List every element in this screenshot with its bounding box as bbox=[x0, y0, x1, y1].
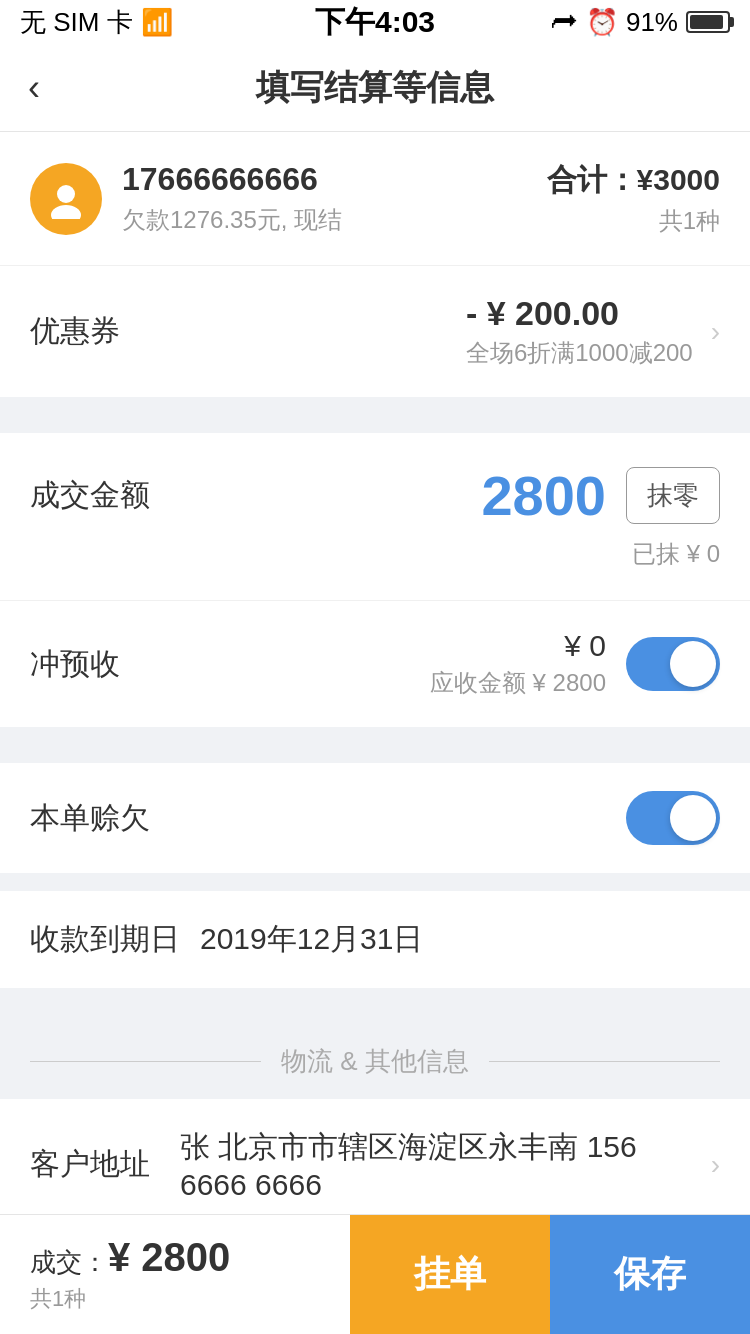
battery-icon bbox=[686, 11, 730, 33]
bottom-deal-label: 成交：¥ 2800 bbox=[30, 1235, 320, 1280]
customer-left: 17666666666 欠款1276.35元, 现结 bbox=[30, 161, 342, 236]
prepay-right: ¥ 0 应收金额 ¥ 2800 bbox=[430, 629, 720, 699]
prepay-sub: 应收金额 ¥ 2800 bbox=[430, 667, 606, 699]
round-button[interactable]: 抹零 bbox=[626, 467, 720, 524]
location-icon: ⮫ bbox=[552, 7, 578, 38]
credit-label: 本单赊欠 bbox=[30, 798, 150, 839]
customer-info: 17666666666 欠款1276.35元, 现结 bbox=[122, 161, 342, 236]
avatar bbox=[30, 163, 102, 235]
deal-amount: ¥ 2800 bbox=[108, 1235, 230, 1279]
logistics-divider: 物流 & 其他信息 bbox=[0, 1024, 750, 1099]
prepay-value: ¥ 0 bbox=[430, 629, 606, 663]
alarm-icon: ⏰ bbox=[586, 7, 618, 38]
svg-point-0 bbox=[57, 185, 75, 203]
coupon-right: - ¥ 200.00 全场6折满1000减200 › bbox=[466, 294, 720, 369]
divider-line-left bbox=[30, 1061, 261, 1062]
address-section[interactable]: 客户地址 张 北京市市辖区海淀区永丰南 156 6666 6666 › bbox=[0, 1099, 750, 1230]
credit-toggle-knob bbox=[670, 795, 716, 841]
status-time: 下午4:03 bbox=[315, 2, 435, 43]
customer-right: 合计：¥3000 共1种 bbox=[547, 160, 720, 237]
deal-label: 成交： bbox=[30, 1247, 108, 1277]
hang-button[interactable]: 挂单 bbox=[350, 1215, 550, 1335]
amount-label: 成交金额 bbox=[30, 475, 150, 516]
sim-status: 无 SIM 卡 bbox=[20, 5, 133, 40]
amount-row: 成交金额 2800 抹零 bbox=[30, 463, 720, 528]
save-button[interactable]: 保存 bbox=[550, 1215, 750, 1335]
coupon-row[interactable]: 优惠券 - ¥ 200.00 全场6折满1000减200 › bbox=[0, 265, 750, 397]
main-content: 17666666666 欠款1276.35元, 现结 合计：¥3000 共1种 … bbox=[0, 132, 750, 1334]
prepay-label: 冲预收 bbox=[30, 644, 120, 685]
customer-row: 17666666666 欠款1276.35元, 现结 合计：¥3000 共1种 bbox=[0, 132, 750, 265]
logistics-text: 物流 & 其他信息 bbox=[281, 1044, 469, 1079]
amount-value-group: 2800 抹零 bbox=[481, 463, 720, 528]
status-right: ⮫ ⏰ 91% bbox=[552, 7, 730, 38]
divider-line-right bbox=[489, 1061, 720, 1062]
amount-section: 成交金额 2800 抹零 已抹 ¥ 0 bbox=[0, 433, 750, 600]
customer-sub: 欠款1276.35元, 现结 bbox=[122, 204, 342, 236]
total-amount: 合计：¥3000 bbox=[547, 160, 720, 201]
section-gap-1 bbox=[0, 415, 750, 433]
credit-toggle[interactable] bbox=[626, 791, 720, 845]
total-label: 合计： bbox=[547, 163, 637, 196]
prepay-row: 冲预收 ¥ 0 应收金额 ¥ 2800 bbox=[0, 600, 750, 727]
battery-percent: 91% bbox=[626, 7, 678, 38]
nav-bar: ‹ 填写结算等信息 bbox=[0, 44, 750, 132]
coupon-discount: - ¥ 200.00 bbox=[466, 294, 693, 333]
section-gap-3 bbox=[0, 1006, 750, 1024]
amount-value: 2800 bbox=[481, 463, 606, 528]
bottom-bar: 成交：¥ 2800 共1种 挂单 保存 bbox=[0, 1214, 750, 1334]
total-count: 共1种 bbox=[547, 205, 720, 237]
customer-card: 17666666666 欠款1276.35元, 现结 合计：¥3000 共1种 … bbox=[0, 132, 750, 397]
status-left: 无 SIM 卡 📶 bbox=[20, 5, 173, 40]
duedate-section: 收款到期日 2019年12月31日 bbox=[0, 891, 750, 988]
customer-phone: 17666666666 bbox=[122, 161, 342, 198]
prepay-toggle[interactable] bbox=[626, 637, 720, 691]
status-bar: 无 SIM 卡 📶 下午4:03 ⮫ ⏰ 91% bbox=[0, 0, 750, 44]
amount-sub: 已抹 ¥ 0 bbox=[30, 538, 720, 570]
svg-point-1 bbox=[51, 205, 81, 219]
duedate-value: 2019年12月31日 bbox=[200, 919, 423, 960]
coupon-label: 优惠券 bbox=[30, 311, 120, 352]
duedate-label: 收款到期日 bbox=[30, 919, 180, 960]
amount-card: 成交金额 2800 抹零 已抹 ¥ 0 冲预收 ¥ 0 应收金额 ¥ 2800 bbox=[0, 433, 750, 727]
wifi-icon: 📶 bbox=[141, 7, 173, 38]
address-chevron-icon: › bbox=[711, 1149, 720, 1181]
coupon-desc: 全场6折满1000减200 bbox=[466, 337, 693, 369]
address-label: 客户地址 bbox=[30, 1144, 150, 1185]
total-value: ¥3000 bbox=[637, 163, 720, 196]
back-button[interactable]: ‹ bbox=[28, 67, 40, 109]
section-gap-2 bbox=[0, 745, 750, 763]
toggle-knob bbox=[670, 641, 716, 687]
bottom-summary: 成交：¥ 2800 共1种 bbox=[0, 1235, 350, 1314]
address-value: 张 北京市市辖区海淀区永丰南 156 6666 6666 bbox=[180, 1127, 703, 1202]
page-title: 填写结算等信息 bbox=[256, 65, 494, 111]
bottom-count: 共1种 bbox=[30, 1284, 320, 1314]
credit-section: 本单赊欠 bbox=[0, 763, 750, 873]
prepay-value-group: ¥ 0 应收金额 ¥ 2800 bbox=[430, 629, 606, 699]
coupon-chevron-icon: › bbox=[711, 316, 720, 348]
